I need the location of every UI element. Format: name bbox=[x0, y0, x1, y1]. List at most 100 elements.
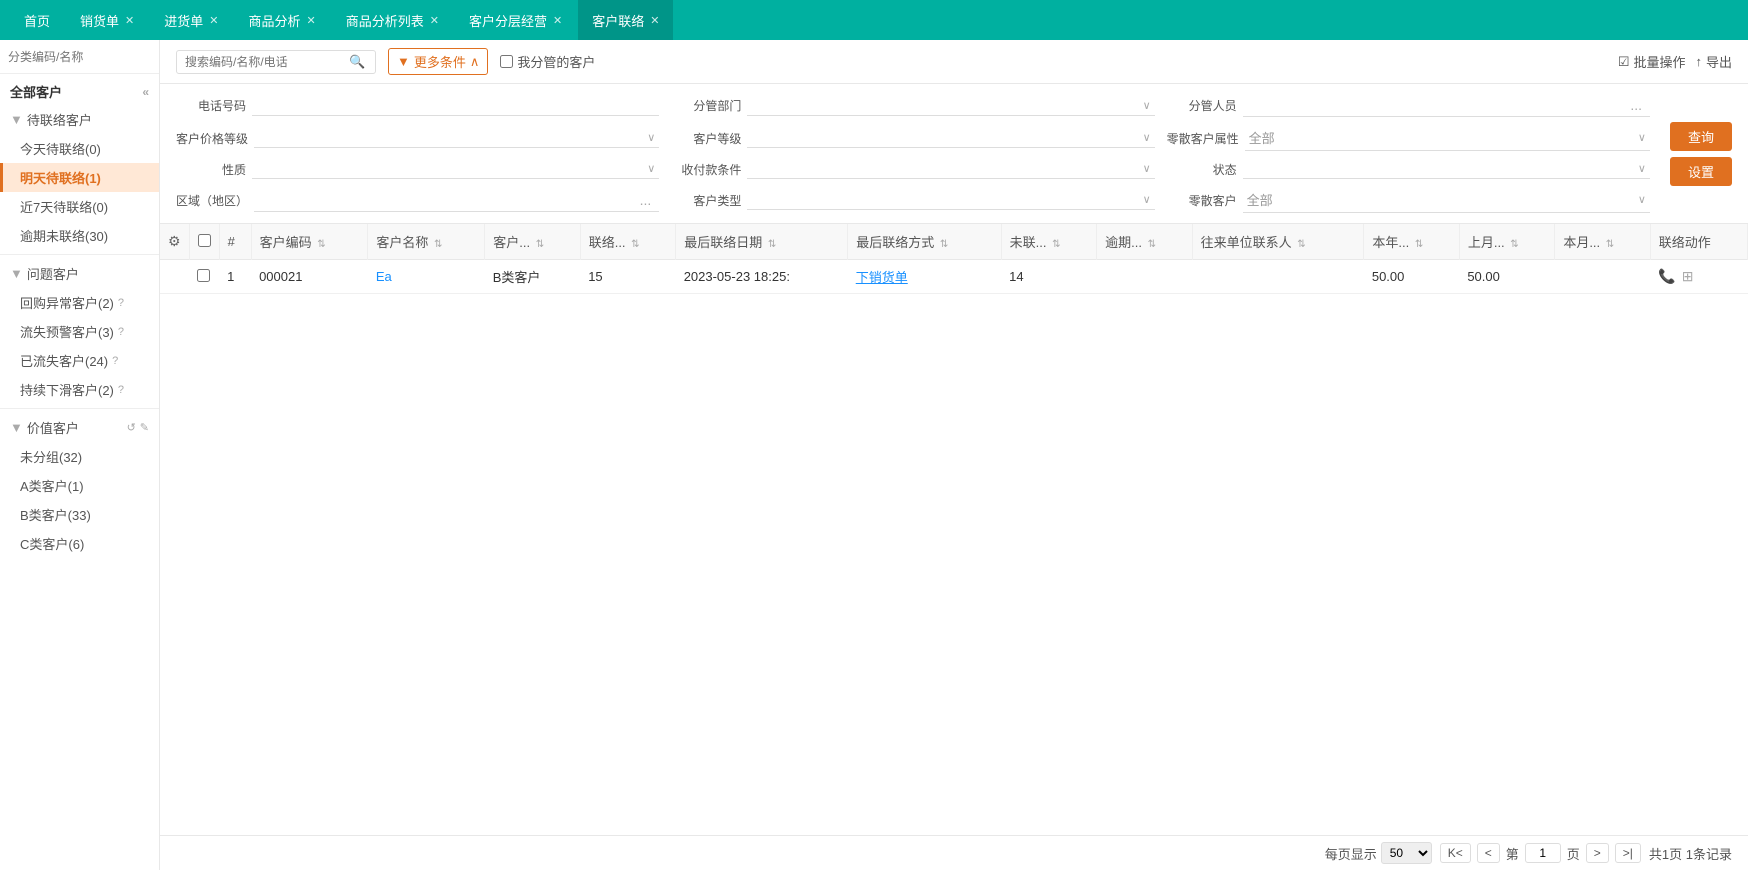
nav-product-analysis[interactable]: 商品分析 ✕ bbox=[234, 0, 329, 40]
th-customer-type-sort[interactable]: ⇅ bbox=[536, 239, 544, 250]
nav-sales-order-close[interactable]: ✕ bbox=[125, 14, 134, 27]
sidebar-tomorrow-pending[interactable]: 明天待联络(1) bbox=[0, 163, 159, 192]
sidebar-overdue-pending[interactable]: 逾期未联络(30) bbox=[0, 221, 159, 250]
filter-retail-customer-select[interactable]: 全部 ∨ bbox=[1243, 187, 1650, 213]
sidebar-value-edit-icon[interactable]: ✎ bbox=[140, 421, 149, 434]
my-customers-checkbox-wrap[interactable]: 我分管的客户 bbox=[500, 52, 595, 71]
nav-home[interactable]: 首页 bbox=[10, 0, 64, 40]
sidebar-ungrouped[interactable]: 未分组(32) bbox=[0, 442, 159, 471]
sidebar-repurchase-abnormal[interactable]: 回购异常客户(2) ? bbox=[0, 288, 159, 317]
filter-payment-select[interactable]: ∨ bbox=[747, 159, 1154, 179]
filter-price-level-select[interactable]: ∨ bbox=[254, 128, 659, 148]
filter-search-icon[interactable]: 🔍 bbox=[349, 54, 365, 70]
th-this-month-sort[interactable]: ⇅ bbox=[1606, 239, 1614, 250]
th-last-contact-method[interactable]: 最后联络方式 ⇅ bbox=[848, 224, 1001, 260]
filter-region-select[interactable]: ... bbox=[254, 189, 659, 212]
th-last-month[interactable]: 上月... ⇅ bbox=[1459, 224, 1554, 260]
footer-page-input[interactable] bbox=[1525, 843, 1561, 863]
th-not-contacted-sort[interactable]: ⇅ bbox=[1052, 239, 1060, 250]
nav-product-analysis-close[interactable]: ✕ bbox=[307, 14, 316, 27]
nav-product-analysis-list[interactable]: 商品分析列表 ✕ bbox=[332, 0, 453, 40]
td-row-last-contact-method-link[interactable]: 下销货单 bbox=[856, 270, 908, 285]
th-this-month[interactable]: 本月... ⇅ bbox=[1555, 224, 1650, 260]
th-last-contact-date[interactable]: 最后联络日期 ⇅ bbox=[676, 224, 848, 260]
th-overdue[interactable]: 逾期... ⇅ bbox=[1097, 224, 1192, 260]
sidebar-c-class[interactable]: C类客户(6) bbox=[0, 529, 159, 558]
nav-purchase-order-close[interactable]: ✕ bbox=[209, 14, 218, 27]
row-select-checkbox[interactable] bbox=[197, 269, 210, 282]
th-last-month-sort[interactable]: ⇅ bbox=[1510, 239, 1518, 250]
th-this-year-sort[interactable]: ⇅ bbox=[1415, 239, 1423, 250]
th-contact[interactable]: 联络... ⇅ bbox=[580, 224, 675, 260]
sidebar-repurchase-help-icon[interactable]: ? bbox=[118, 297, 124, 309]
filter-retail-attr-select[interactable]: 全部 ∨ bbox=[1245, 125, 1650, 151]
filter-customer-type-select[interactable]: ∨ bbox=[747, 190, 1154, 210]
sidebar-churn-warning-help-icon[interactable]: ? bbox=[118, 326, 124, 338]
query-button[interactable]: 查询 bbox=[1670, 122, 1732, 151]
table-select-all-checkbox[interactable] bbox=[198, 234, 211, 247]
filter-manager-dots[interactable]: ... bbox=[1626, 97, 1646, 113]
sidebar-churn-warning[interactable]: 流失预警客户(3) ? bbox=[0, 317, 159, 346]
sidebar-declining[interactable]: 持续下滑客户(2) ? bbox=[0, 375, 159, 404]
sidebar-7days-pending[interactable]: 近7天待联络(0) bbox=[0, 192, 159, 221]
sidebar-a-class[interactable]: A类客户(1) bbox=[0, 471, 159, 500]
filter-dept-select[interactable]: ∨ bbox=[747, 96, 1154, 116]
th-last-contact-method-sort[interactable]: ⇅ bbox=[940, 239, 948, 250]
footer-page-size-select[interactable]: 50 100 200 bbox=[1381, 842, 1432, 864]
th-unit-contact-sort[interactable]: ⇅ bbox=[1297, 239, 1305, 250]
footer-next-page-button[interactable]: > bbox=[1586, 843, 1609, 863]
nav-purchase-order[interactable]: 进货单 ✕ bbox=[150, 0, 232, 40]
filter-more-conditions-button[interactable]: ▼ 更多条件 ∧ bbox=[388, 48, 488, 75]
th-last-contact-date-sort[interactable]: ⇅ bbox=[768, 239, 776, 250]
filter-status-select[interactable]: ∨ bbox=[1243, 159, 1650, 179]
nav-product-analysis-list-close[interactable]: ✕ bbox=[430, 14, 439, 27]
filter-manager-select[interactable]: ... bbox=[1243, 94, 1650, 117]
td-row-code: 000021 bbox=[251, 260, 368, 294]
sidebar-pending-group[interactable]: ▼ 待联络客户 bbox=[0, 105, 159, 134]
sidebar-declining-help-icon[interactable]: ? bbox=[118, 384, 124, 396]
th-customer-name[interactable]: 客户名称 ⇅ bbox=[368, 224, 485, 260]
footer-prev-page-button[interactable]: < bbox=[1477, 843, 1500, 863]
nav-customer-contact-close[interactable]: ✕ bbox=[650, 14, 659, 27]
table-settings-icon[interactable]: ⚙ bbox=[168, 233, 181, 249]
footer-first-page-button[interactable]: K< bbox=[1440, 843, 1471, 863]
sidebar-value-group[interactable]: ▼ 价值客户 ↺ ✎ bbox=[0, 413, 159, 442]
td-row-name[interactable]: Ea bbox=[368, 260, 485, 294]
th-unit-contact[interactable]: 往来单位联系人 ⇅ bbox=[1192, 224, 1364, 260]
my-customers-checkbox[interactable] bbox=[500, 55, 513, 68]
th-customer-name-sort[interactable]: ⇅ bbox=[434, 239, 442, 250]
sidebar-collapse-icon[interactable]: « bbox=[142, 85, 149, 99]
filter-region-dots[interactable]: ... bbox=[636, 192, 656, 208]
settings-button[interactable]: 设置 bbox=[1670, 157, 1732, 186]
sidebar-today-pending[interactable]: 今天待联络(0) bbox=[0, 134, 159, 163]
filter-region: 区域（地区） ... bbox=[176, 189, 659, 212]
nav-customer-segmentation-close[interactable]: ✕ bbox=[553, 14, 562, 27]
sidebar-value-refresh-icon[interactable]: ↺ bbox=[127, 421, 136, 434]
th-settings[interactable]: ⚙ bbox=[160, 224, 189, 260]
row-action-phone-icon[interactable]: 📞 bbox=[1658, 268, 1675, 285]
sidebar-churned-help-icon[interactable]: ? bbox=[112, 355, 118, 367]
sidebar-search-input[interactable] bbox=[8, 50, 160, 64]
sidebar-all-customers[interactable]: 全部客户 « bbox=[0, 74, 159, 105]
footer-last-page-button[interactable]: >| bbox=[1615, 843, 1641, 863]
th-overdue-sort[interactable]: ⇅ bbox=[1148, 239, 1156, 250]
sidebar-churned[interactable]: 已流失客户(24) ? bbox=[0, 346, 159, 375]
th-this-year[interactable]: 本年... ⇅ bbox=[1364, 224, 1459, 260]
th-customer-type[interactable]: 客户... ⇅ bbox=[485, 224, 580, 260]
filter-search-input[interactable] bbox=[185, 55, 345, 69]
nav-customer-segmentation[interactable]: 客户分层经营 ✕ bbox=[455, 0, 576, 40]
nav-sales-order[interactable]: 销货单 ✕ bbox=[66, 0, 148, 40]
th-not-contacted[interactable]: 未联... ⇅ bbox=[1001, 224, 1096, 260]
row-action-grid-icon[interactable]: ⊞ bbox=[1682, 268, 1694, 285]
th-customer-code[interactable]: 客户编码 ⇅ bbox=[251, 224, 368, 260]
sidebar-problem-group[interactable]: ▼ 问题客户 bbox=[0, 259, 159, 288]
nav-customer-contact[interactable]: 客户联络 ✕ bbox=[578, 0, 673, 40]
th-contact-sort[interactable]: ⇅ bbox=[631, 239, 639, 250]
batch-operation-button[interactable]: ☑ 批量操作 bbox=[1618, 52, 1686, 71]
th-customer-code-sort[interactable]: ⇅ bbox=[317, 239, 325, 250]
export-button[interactable]: ↑ 导出 bbox=[1695, 52, 1732, 71]
filter-phone-input[interactable] bbox=[252, 95, 659, 116]
filter-customer-level-select[interactable]: ∨ bbox=[747, 128, 1154, 148]
sidebar-b-class[interactable]: B类客户(33) bbox=[0, 500, 159, 529]
filter-nature-select[interactable]: ∨ bbox=[252, 159, 659, 179]
